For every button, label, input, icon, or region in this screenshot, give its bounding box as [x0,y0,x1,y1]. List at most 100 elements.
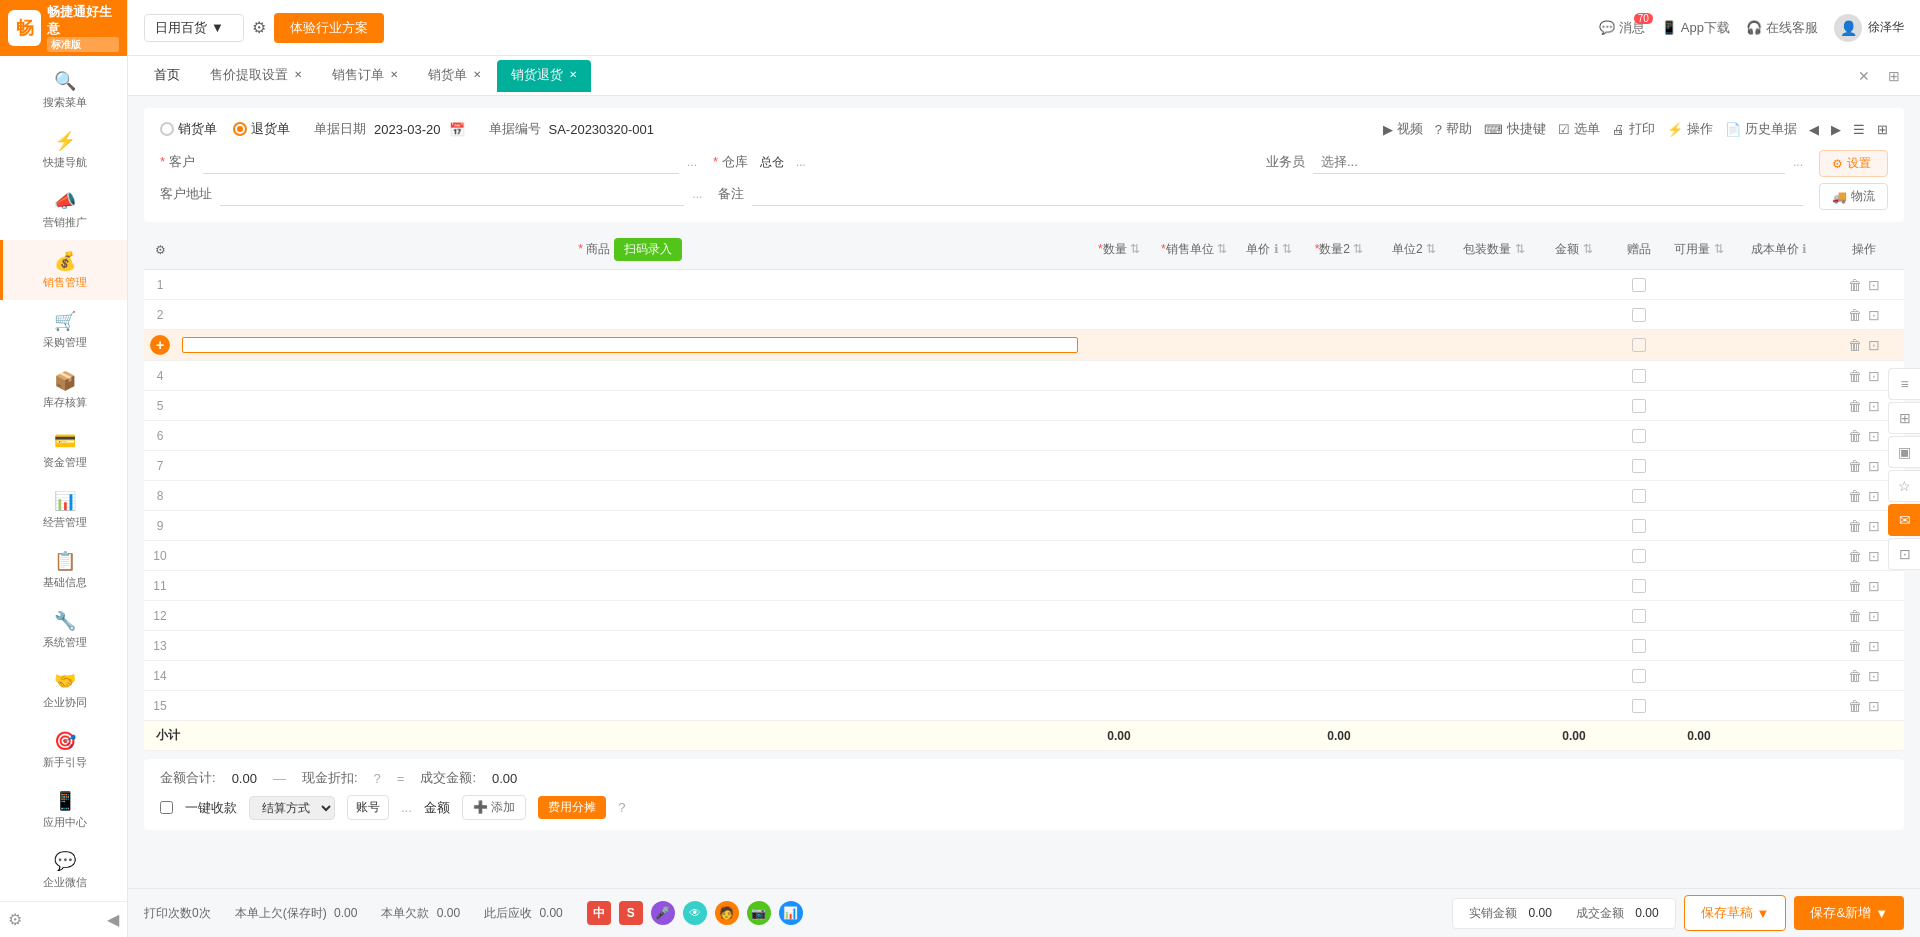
amount-cell-9[interactable] [1534,511,1614,541]
view-toggle-2[interactable]: ⊞ [1877,122,1888,137]
qty-cell-15[interactable] [1084,691,1154,721]
topbar-gear-icon[interactable]: ⚙ [252,18,266,37]
sidebar-item-13[interactable]: 💬企业微信 [0,840,127,900]
pack-cell-8[interactable] [1454,481,1534,511]
qty2-cell-2[interactable] [1304,300,1374,330]
qty-cell-7[interactable] [1084,451,1154,481]
delete-icon-9[interactable]: 🗑 [1848,518,1862,534]
copy-icon-15[interactable]: ⊡ [1868,698,1880,714]
gift-checkbox-2[interactable] [1632,308,1646,322]
pack-cell-6[interactable] [1454,421,1534,451]
qty2-cell-12[interactable] [1304,601,1374,631]
tabs-maximize-btn[interactable]: ⊞ [1880,68,1908,84]
radio-return-order[interactable]: 退货单 [233,120,290,138]
tool-history[interactable]: 📄 历史单据 [1725,120,1797,138]
product-cell-8[interactable] [176,481,1084,511]
delete-icon-14[interactable]: 🗑 [1848,668,1862,684]
qty-cell-1[interactable] [1084,270,1154,300]
avail-cell-1[interactable] [1664,270,1734,300]
collapse-icon[interactable]: ◀ [107,910,119,929]
cost-cell-5[interactable] [1734,391,1824,421]
tab-close-4[interactable]: ✕ [569,69,577,80]
unit2-sort-icon[interactable]: ⇅ [1426,242,1436,256]
save-new-btn[interactable]: 保存&新增 ▼ [1794,896,1904,930]
copy-icon-11[interactable]: ⊡ [1868,578,1880,594]
taskbar-icon-s[interactable]: S [619,901,643,925]
pack-cell-4[interactable] [1454,361,1534,391]
tool-select[interactable]: ☑ 选单 [1558,120,1600,138]
qty-cell-2[interactable] [1084,300,1154,330]
account-select[interactable]: 账号 [347,795,389,820]
tool-operation[interactable]: ⚡ 操作 [1667,120,1713,138]
product-cell-10[interactable] [176,541,1084,571]
gift-checkbox-3[interactable] [1632,338,1646,352]
unit-cell-8[interactable] [1154,481,1234,511]
customer-input[interactable] [203,150,679,174]
tool-video[interactable]: ▶ 视频 [1383,120,1423,138]
price-cell-3[interactable] [1234,330,1304,361]
qty2-cell-1[interactable] [1304,270,1374,300]
delete-icon-13[interactable]: 🗑 [1848,638,1862,654]
category-select[interactable]: 日用百货 ▼ [144,14,244,42]
tab-close-1[interactable]: ✕ [294,69,302,80]
gift-checkbox-10[interactable] [1632,549,1646,563]
tab-3[interactable]: 销货单✕ [414,60,495,92]
product-cell-9[interactable] [176,511,1084,541]
price-cell-8[interactable] [1234,481,1304,511]
sidebar-item-10[interactable]: 🤝企业协同 [0,660,127,720]
pack-cell-11[interactable] [1454,571,1534,601]
price-cell-10[interactable] [1234,541,1304,571]
price-cell-14[interactable] [1234,661,1304,691]
pack-cell-2[interactable] [1454,300,1534,330]
amount-cell-3[interactable] [1534,330,1614,361]
qty-cell-3[interactable] [1084,330,1154,361]
one-click-payment-checkbox[interactable] [160,801,173,814]
tab-close-3[interactable]: ✕ [473,69,481,80]
copy-icon-12[interactable]: ⊡ [1868,608,1880,624]
date-picker-icon[interactable]: 📅 [449,122,465,137]
salesperson-lookup-btn[interactable]: ... [1793,155,1803,169]
delete-icon-2[interactable]: 🗑 [1848,307,1862,323]
fee-split-btn[interactable]: 费用分摊 [538,796,606,819]
pack-sort-icon[interactable]: ⇅ [1515,242,1525,256]
delete-icon-5[interactable]: 🗑 [1848,398,1862,414]
product-cell-6[interactable] [176,421,1084,451]
qty2-cell-7[interactable] [1304,451,1374,481]
avail-cell-14[interactable] [1664,661,1734,691]
sidebar-item-4[interactable]: 🛒采购管理 [0,300,127,360]
unit-cell-12[interactable] [1154,601,1234,631]
avail-cell-7[interactable] [1664,451,1734,481]
float-icon-2[interactable]: ⊞ [1888,402,1920,434]
gift-checkbox-15[interactable] [1632,699,1646,713]
unit2-cell-7[interactable] [1374,451,1454,481]
delete-icon-8[interactable]: 🗑 [1848,488,1862,504]
gift-checkbox-6[interactable] [1632,429,1646,443]
taskbar-icon-eye[interactable]: 👁 [683,901,707,925]
avail-cell-4[interactable] [1664,361,1734,391]
product-cell-3[interactable] [176,330,1084,361]
price-cell-13[interactable] [1234,631,1304,661]
pack-cell-10[interactable] [1454,541,1534,571]
unit2-cell-8[interactable] [1374,481,1454,511]
unit-cell-1[interactable] [1154,270,1234,300]
cost-cell-15[interactable] [1734,691,1824,721]
unit-cell-6[interactable] [1154,421,1234,451]
gift-checkbox-5[interactable] [1632,399,1646,413]
cost-cell-6[interactable] [1734,421,1824,451]
sidebar-item-7[interactable]: 📊经营管理 [0,480,127,540]
settings-side-btn[interactable]: ⚙ 设置 [1819,150,1888,177]
product-cell-11[interactable] [176,571,1084,601]
delete-icon-1[interactable]: 🗑 [1848,277,1862,293]
tabs-close-btn[interactable]: ✕ [1850,68,1878,84]
account-lookup-dots[interactable]: ... [401,800,412,815]
delete-icon-3[interactable]: 🗑 [1848,337,1862,353]
float-icon-6[interactable]: ⊡ [1888,538,1920,570]
delete-icon-12[interactable]: 🗑 [1848,608,1862,624]
float-icon-1[interactable]: ≡ [1888,368,1920,400]
warehouse-lookup-btn[interactable]: ... [796,155,806,169]
fee-help-icon[interactable]: ? [618,800,625,815]
unit-cell-10[interactable] [1154,541,1234,571]
sidebar-item-2[interactable]: 📣营销推广 [0,180,127,240]
next-record-btn[interactable]: ▶ [1831,122,1841,137]
cost-cell-3[interactable] [1734,330,1824,361]
